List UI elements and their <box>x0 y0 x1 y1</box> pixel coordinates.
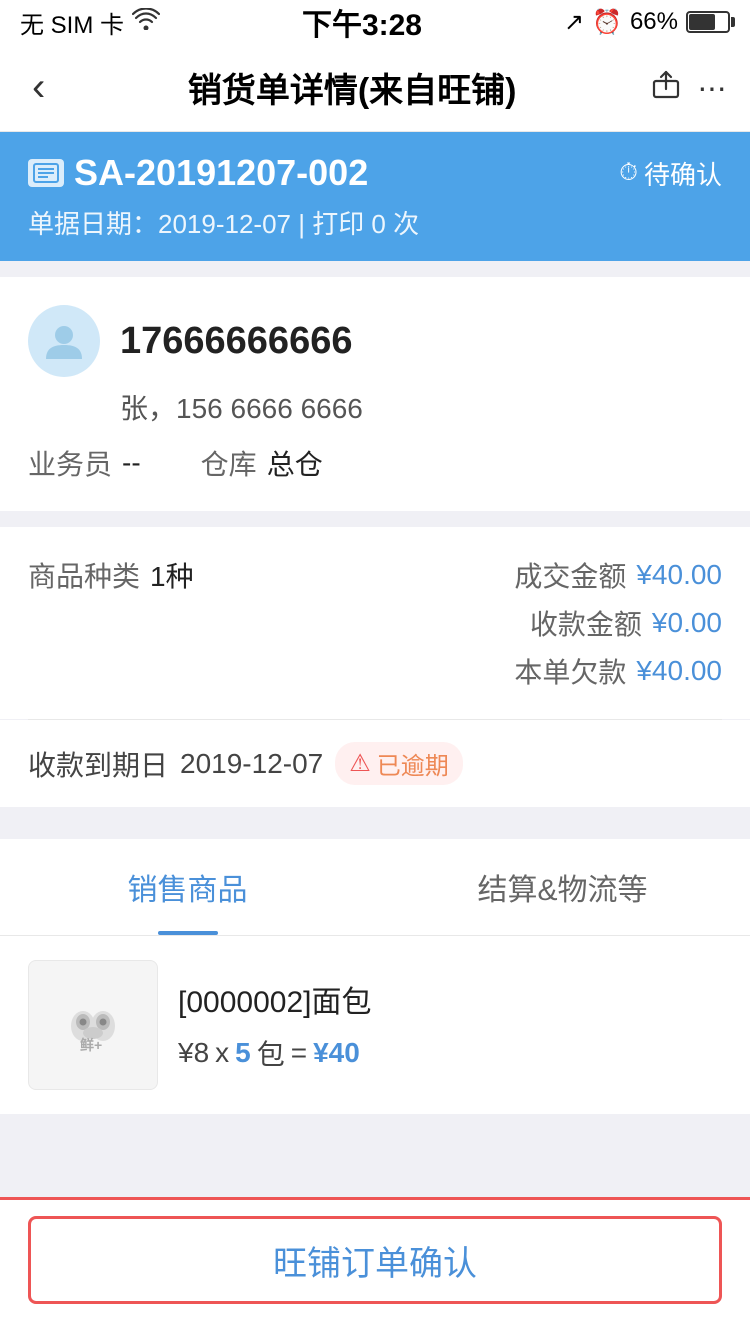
product-name: [0000002]面包 <box>178 977 722 1021</box>
customer-info-card: 17666666666 张，156 6666 6666 业务员 -- 仓库 总仓 <box>0 277 750 511</box>
price-multiply: x <box>215 1037 229 1069</box>
overdue-icon: ⚠ <box>349 749 371 778</box>
product-unit: 包 <box>257 1033 285 1073</box>
product-thumb-inner: 鲜+ <box>53 995 133 1055</box>
due-amount-value: ¥40.00 <box>636 655 722 687</box>
tabs-container: 销售商品 结算&物流等 <box>0 839 750 936</box>
page-title: 销货单详情(来自旺铺) <box>188 63 517 112</box>
order-header-top: SA-20191207-002 ⏱ 待确认 <box>28 152 722 194</box>
due-date-value: 2019-12-07 <box>180 748 323 780</box>
product-unit-price: ¥8 <box>178 1037 209 1069</box>
product-total: ¥40 <box>313 1037 360 1069</box>
product-info: [0000002]面包 ¥8 x 5 包 = ¥40 <box>178 977 722 1073</box>
order-status: ⏱ 待确认 <box>619 155 722 192</box>
customer-meta: 业务员 -- 仓库 总仓 <box>28 443 722 483</box>
status-right: ↗ ⏰ 66% <box>564 8 730 37</box>
order-number-text: SA-20191207-002 <box>74 152 368 194</box>
warehouse-item: 仓库 总仓 <box>201 443 323 483</box>
product-thumbnail: 鲜+ <box>28 960 158 1090</box>
product-item: 鲜+ [0000002]面包 ¥8 x 5 包 = ¥40 <box>0 936 750 1114</box>
wifi-icon <box>132 8 160 37</box>
share-button[interactable] <box>651 69 681 107</box>
back-button[interactable]: ‹ <box>24 57 53 118</box>
avatar <box>28 305 100 377</box>
salesperson-label: 业务员 <box>28 443 112 483</box>
due-date-row: 收款到期日 2019-12-07 ⚠ 已逾期 <box>0 720 750 807</box>
received-amount-label: 收款金额 <box>530 603 642 643</box>
tab-sales-products[interactable]: 销售商品 <box>0 839 375 935</box>
battery-icon <box>686 11 730 33</box>
overdue-badge: ⚠ 已逾期 <box>335 742 463 785</box>
order-header: SA-20191207-002 ⏱ 待确认 单据日期：2019-12-07 | … <box>0 132 750 261</box>
status-left: 无 SIM 卡 <box>20 5 160 40</box>
nav-actions: ··· <box>651 69 726 107</box>
deal-amount-value: ¥40.00 <box>636 559 722 591</box>
warehouse-label: 仓库 <box>201 443 257 483</box>
order-date: 单据日期：2019-12-07 | 打印 0 次 <box>28 204 722 241</box>
divider-2 <box>0 807 750 823</box>
price-equals: = <box>291 1037 307 1069</box>
product-type-value: 1种 <box>150 555 194 595</box>
product-quantity: 5 <box>235 1037 251 1069</box>
carrier-text: 无 SIM 卡 <box>20 5 124 40</box>
customer-name: 张，156 6666 6666 <box>28 387 722 427</box>
product-list: 鲜+ [0000002]面包 ¥8 x 5 包 = ¥40 <box>0 936 750 1114</box>
customer-phone: 17666666666 <box>120 320 352 363</box>
status-text: 待确认 <box>644 155 722 192</box>
due-date-label: 收款到期日 <box>28 744 168 784</box>
time-display: 下午3:28 <box>302 0 422 44</box>
due-amount-label: 本单欠款 <box>514 651 626 691</box>
status-bar: 无 SIM 卡 下午3:28 ↗ ⏰ 66% <box>0 0 750 44</box>
more-button[interactable]: ··· <box>697 69 726 106</box>
summary-card: 商品种类 1种 成交金额 ¥40.00 收款金额 ¥0.00 本单欠款 ¥40.… <box>0 527 750 719</box>
location-icon: ↗ <box>564 8 584 37</box>
confirm-order-button[interactable]: 旺铺订单确认 <box>28 1216 722 1304</box>
battery-percentage: 66% <box>630 8 678 36</box>
deal-amount-row: 成交金额 ¥40.00 <box>514 555 722 595</box>
order-icon <box>28 159 64 187</box>
product-price-row: ¥8 x 5 包 = ¥40 <box>178 1033 722 1073</box>
nav-bar: ‹ 销货单详情(来自旺铺) ··· <box>0 44 750 132</box>
received-amount-value: ¥0.00 <box>652 607 722 639</box>
divider-1 <box>0 511 750 527</box>
order-number: SA-20191207-002 <box>28 152 368 194</box>
summary-left: 商品种类 1种 <box>28 555 194 595</box>
svg-text:鲜+: 鲜+ <box>80 1037 102 1053</box>
received-amount-row: 收款金额 ¥0.00 <box>530 603 722 643</box>
tab-settlement-label: 结算&物流等 <box>477 874 647 907</box>
customer-row: 17666666666 <box>28 305 722 377</box>
product-type-item: 商品种类 1种 <box>28 555 194 595</box>
salesperson-value: -- <box>122 447 141 479</box>
tab-settlement[interactable]: 结算&物流等 <box>375 839 750 935</box>
summary-right: 成交金额 ¥40.00 收款金额 ¥0.00 本单欠款 ¥40.00 <box>514 555 722 691</box>
alarm-icon: ⏰ <box>592 8 622 37</box>
tab-sales-products-label: 销售商品 <box>128 874 248 907</box>
salesperson-item: 业务员 -- <box>28 443 141 483</box>
due-amount-row: 本单欠款 ¥40.00 <box>514 651 722 691</box>
product-type-label: 商品种类 <box>28 555 140 595</box>
warehouse-value: 总仓 <box>267 443 323 483</box>
confirm-button-wrap: 旺铺订单确认 <box>0 1197 750 1334</box>
overdue-text: 已逾期 <box>377 746 449 781</box>
deal-amount-label: 成交金额 <box>514 555 626 595</box>
clock-icon: ⏱ <box>619 159 638 187</box>
